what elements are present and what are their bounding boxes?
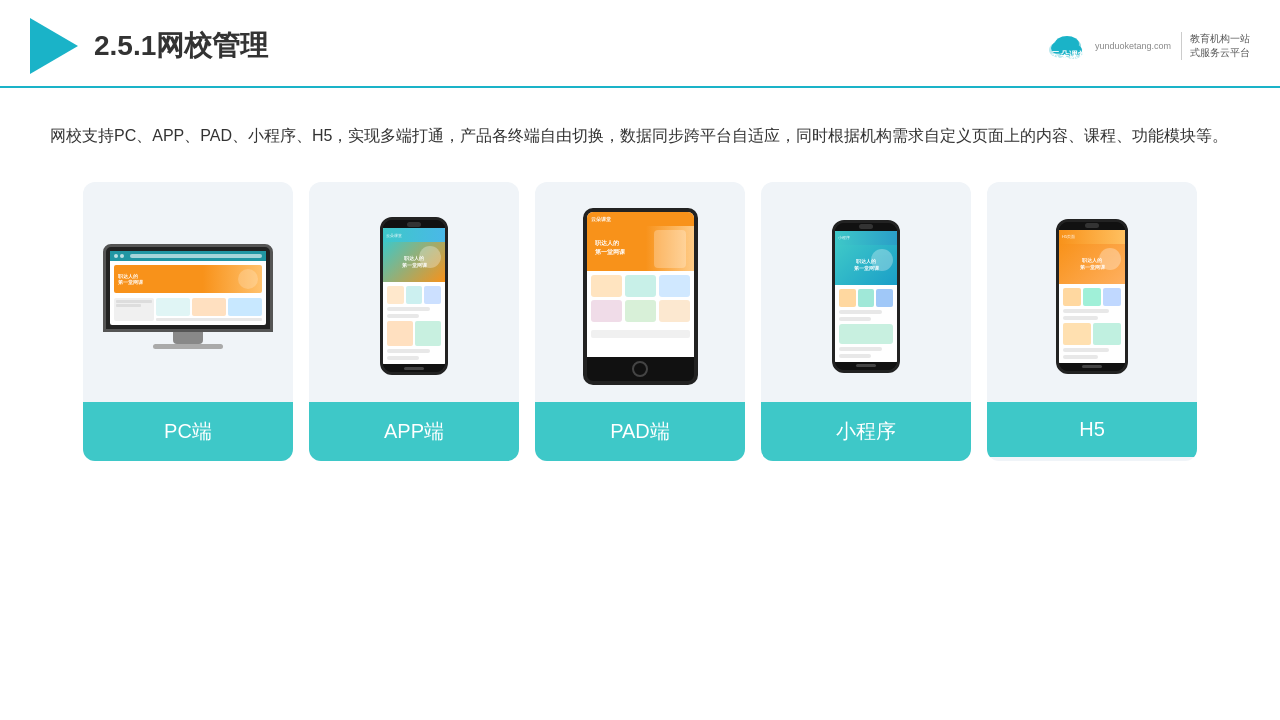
header-left: 2.5.1网校管理 <box>30 18 268 74</box>
description-text: 网校支持PC、APP、PAD、小程序、H5，实现多端打通，产品各终端自由切换，数… <box>50 120 1230 152</box>
brand-text: yunduoketang.com <box>1095 41 1171 51</box>
monitor-mockup: 职达人的第一堂网课 <box>103 244 273 349</box>
svg-text:云朵课堂: 云朵课堂 <box>1051 50 1088 60</box>
miniprogram-phone-mockup: 小程序 职达人的第一堂网课 <box>832 220 900 373</box>
brand-slogan: 教育机构一站 式服务云平台 <box>1181 32 1250 60</box>
card-app: 云朵课堂 职达人的第一堂网课 <box>309 182 519 461</box>
card-h5-label: H5 <box>987 402 1197 457</box>
card-app-image: 云朵课堂 职达人的第一堂网课 <box>309 182 519 402</box>
card-app-label: APP端 <box>309 402 519 461</box>
page-title: 2.5.1网校管理 <box>94 27 268 65</box>
card-h5: H5页面 职达人的第一堂网课 <box>987 182 1197 461</box>
app-phone-mockup: 云朵课堂 职达人的第一堂网课 <box>380 217 448 375</box>
header-right: 云朵课堂 yunduoketang.com 教育机构一站 式服务云平台 <box>1045 30 1250 62</box>
card-miniprogram: 小程序 职达人的第一堂网课 <box>761 182 971 461</box>
card-miniprogram-image: 小程序 职达人的第一堂网课 <box>761 182 971 402</box>
brand-logo: 云朵课堂 yunduoketang.com 教育机构一站 式服务云平台 <box>1045 30 1250 62</box>
pad-tablet-mockup: 云朵课堂 职达人的第一堂网课 <box>583 208 698 385</box>
card-pc: 职达人的第一堂网课 <box>83 182 293 461</box>
card-h5-image: H5页面 职达人的第一堂网课 <box>987 182 1197 402</box>
card-pc-label: PC端 <box>83 402 293 461</box>
logo-triangle-icon <box>30 18 78 74</box>
card-pc-image: 职达人的第一堂网课 <box>83 182 293 402</box>
card-pad: 云朵课堂 职达人的第一堂网课 <box>535 182 745 461</box>
platform-cards-row: 职达人的第一堂网课 <box>50 182 1230 461</box>
brand-url: yunduoketang.com <box>1095 41 1171 51</box>
main-content: 网校支持PC、APP、PAD、小程序、H5，实现多端打通，产品各终端自由切换，数… <box>0 88 1280 481</box>
card-pad-image: 云朵课堂 职达人的第一堂网课 <box>535 182 745 402</box>
header: 2.5.1网校管理 云朵课堂 yunduoketang.com 教育机构一站 式… <box>0 0 1280 88</box>
cloud-icon: 云朵课堂 <box>1045 30 1089 62</box>
card-pad-label: PAD端 <box>535 402 745 461</box>
card-miniprogram-label: 小程序 <box>761 402 971 461</box>
h5-phone-mockup: H5页面 职达人的第一堂网课 <box>1056 219 1128 374</box>
